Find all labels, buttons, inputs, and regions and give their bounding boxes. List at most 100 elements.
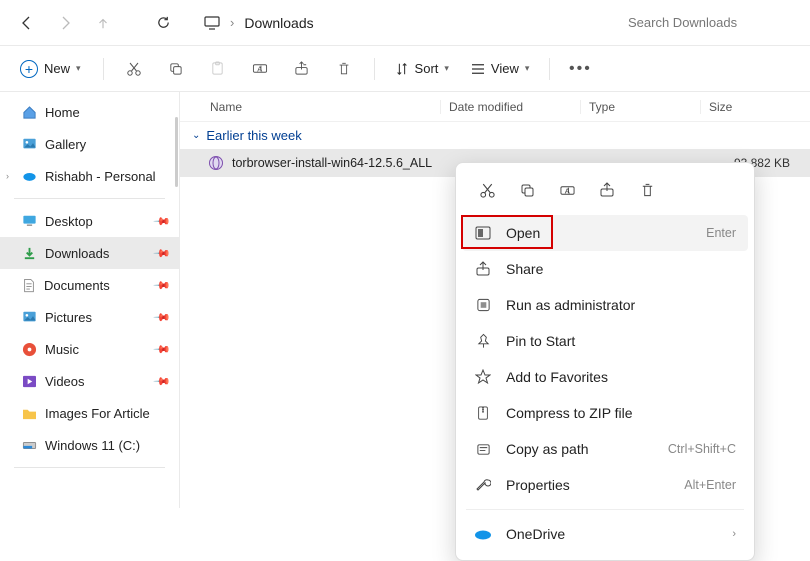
column-size[interactable]: Size (700, 100, 810, 114)
address-bar[interactable]: › Downloads (204, 15, 314, 31)
onedrive-icon (22, 169, 37, 183)
view-icon (471, 63, 485, 75)
up-button[interactable] (86, 6, 120, 40)
ctx-rename-button[interactable]: A (550, 175, 584, 205)
file-name: torbrowser-install-win64-12.5.6_ALL (232, 156, 432, 170)
search-input[interactable]: Search Downloads (620, 8, 800, 38)
ctx-item-open[interactable]: Open Enter (462, 215, 748, 251)
view-button[interactable]: View ▾ (463, 53, 537, 85)
pictures-icon (22, 310, 37, 324)
ctx-item-compress[interactable]: Compress to ZIP file (462, 395, 748, 431)
sort-button[interactable]: Sort ▾ (387, 53, 457, 85)
scrollbar[interactable] (175, 117, 178, 187)
chevron-down-icon: ⌄ (192, 130, 200, 141)
monitor-icon (204, 16, 220, 30)
new-button[interactable]: + New ▾ (10, 54, 91, 84)
tor-installer-icon (208, 155, 224, 171)
sidebar-item-gallery[interactable]: Gallery (0, 128, 179, 160)
chevron-right-icon[interactable]: › (6, 171, 9, 181)
share-icon (474, 260, 492, 278)
ctx-delete-button[interactable] (630, 175, 664, 205)
shield-icon (474, 296, 492, 314)
sidebar-item-music[interactable]: Music 📌 (0, 333, 179, 365)
separator (466, 509, 744, 510)
forward-button[interactable] (48, 6, 82, 40)
videos-icon (22, 375, 37, 388)
sidebar-item-personal[interactable]: › Rishabh - Personal (0, 160, 179, 192)
separator (14, 467, 165, 468)
pin-icon: 📌 (153, 244, 172, 263)
breadcrumb-downloads[interactable]: Downloads (244, 15, 313, 31)
chevron-right-icon: › (732, 528, 736, 540)
onedrive-icon (474, 525, 492, 543)
sort-icon (395, 62, 409, 76)
column-headers: Name Date modified Type Size (180, 92, 810, 122)
sidebar-item-downloads[interactable]: Downloads 📌 (0, 237, 179, 269)
gallery-icon (22, 137, 37, 151)
group-header[interactable]: ⌄ Earlier this week (180, 122, 810, 149)
ctx-cut-button[interactable] (470, 175, 504, 205)
svg-text:A: A (257, 64, 262, 73)
wrench-icon (474, 476, 492, 494)
chevron-down-icon: ▾ (444, 63, 449, 74)
copy-button[interactable] (158, 53, 194, 85)
context-quick-actions: A (462, 171, 748, 215)
separator (103, 58, 104, 80)
pin-icon (474, 332, 492, 350)
title-bar: › Downloads Search Downloads (0, 0, 810, 46)
home-icon (22, 105, 37, 120)
ctx-item-runas[interactable]: Run as administrator (462, 287, 748, 323)
documents-icon (22, 278, 36, 293)
folder-icon (22, 407, 37, 420)
ctx-copy-button[interactable] (510, 175, 544, 205)
copy-path-icon (474, 440, 492, 458)
ctx-item-properties[interactable]: Properties Alt+Enter (462, 467, 748, 503)
command-bar: + New ▾ A Sort ▾ View ▾ ••• (0, 46, 810, 92)
column-date[interactable]: Date modified (440, 100, 580, 114)
music-icon (22, 342, 37, 357)
sidebar-item-windows-c[interactable]: Windows 11 (C:) (0, 429, 179, 461)
zip-icon (474, 404, 492, 422)
chevron-down-icon: ▾ (525, 63, 530, 74)
pin-icon: 📌 (153, 212, 172, 231)
sidebar-item-images-article[interactable]: Images For Article (0, 397, 179, 429)
share-button[interactable] (284, 53, 320, 85)
separator (374, 58, 375, 80)
sidebar-item-videos[interactable]: Videos 📌 (0, 365, 179, 397)
refresh-button[interactable] (146, 6, 180, 40)
ctx-share-button[interactable] (590, 175, 624, 205)
open-icon (474, 224, 492, 242)
pin-icon: 📌 (153, 372, 172, 391)
pin-icon: 📌 (153, 276, 172, 295)
more-button[interactable]: ••• (562, 53, 598, 85)
rename-button[interactable]: A (242, 53, 278, 85)
back-button[interactable] (10, 6, 44, 40)
chevron-down-icon: ▾ (76, 63, 81, 74)
cut-button[interactable] (116, 53, 152, 85)
navigation-pane: Home Gallery › Rishabh - Personal Deskto… (0, 92, 180, 508)
column-type[interactable]: Type (580, 100, 700, 114)
downloads-icon (22, 246, 37, 261)
separator (549, 58, 550, 80)
delete-button[interactable] (326, 53, 362, 85)
sidebar-item-desktop[interactable]: Desktop 📌 (0, 205, 179, 237)
separator (14, 198, 165, 199)
sidebar-item-documents[interactable]: Documents 📌 (0, 269, 179, 301)
plus-icon: + (20, 60, 38, 78)
pin-icon: 📌 (153, 340, 172, 359)
ctx-item-onedrive[interactable]: OneDrive › (462, 516, 748, 552)
ctx-item-pin[interactable]: Pin to Start (462, 323, 748, 359)
ctx-item-favorites[interactable]: Add to Favorites (462, 359, 748, 395)
star-icon (474, 368, 492, 386)
drive-icon (22, 438, 37, 452)
sidebar-item-home[interactable]: Home (0, 96, 179, 128)
column-name[interactable]: Name (180, 100, 440, 114)
paste-button[interactable] (200, 53, 236, 85)
chevron-right-icon: › (230, 15, 234, 30)
ctx-item-share[interactable]: Share (462, 251, 748, 287)
context-menu: A Open Enter Share Run as administrator … (455, 162, 755, 561)
ctx-item-copypath[interactable]: Copy as path Ctrl+Shift+C (462, 431, 748, 467)
sidebar-item-pictures[interactable]: Pictures 📌 (0, 301, 179, 333)
desktop-icon (22, 214, 37, 228)
pin-icon: 📌 (153, 308, 172, 327)
